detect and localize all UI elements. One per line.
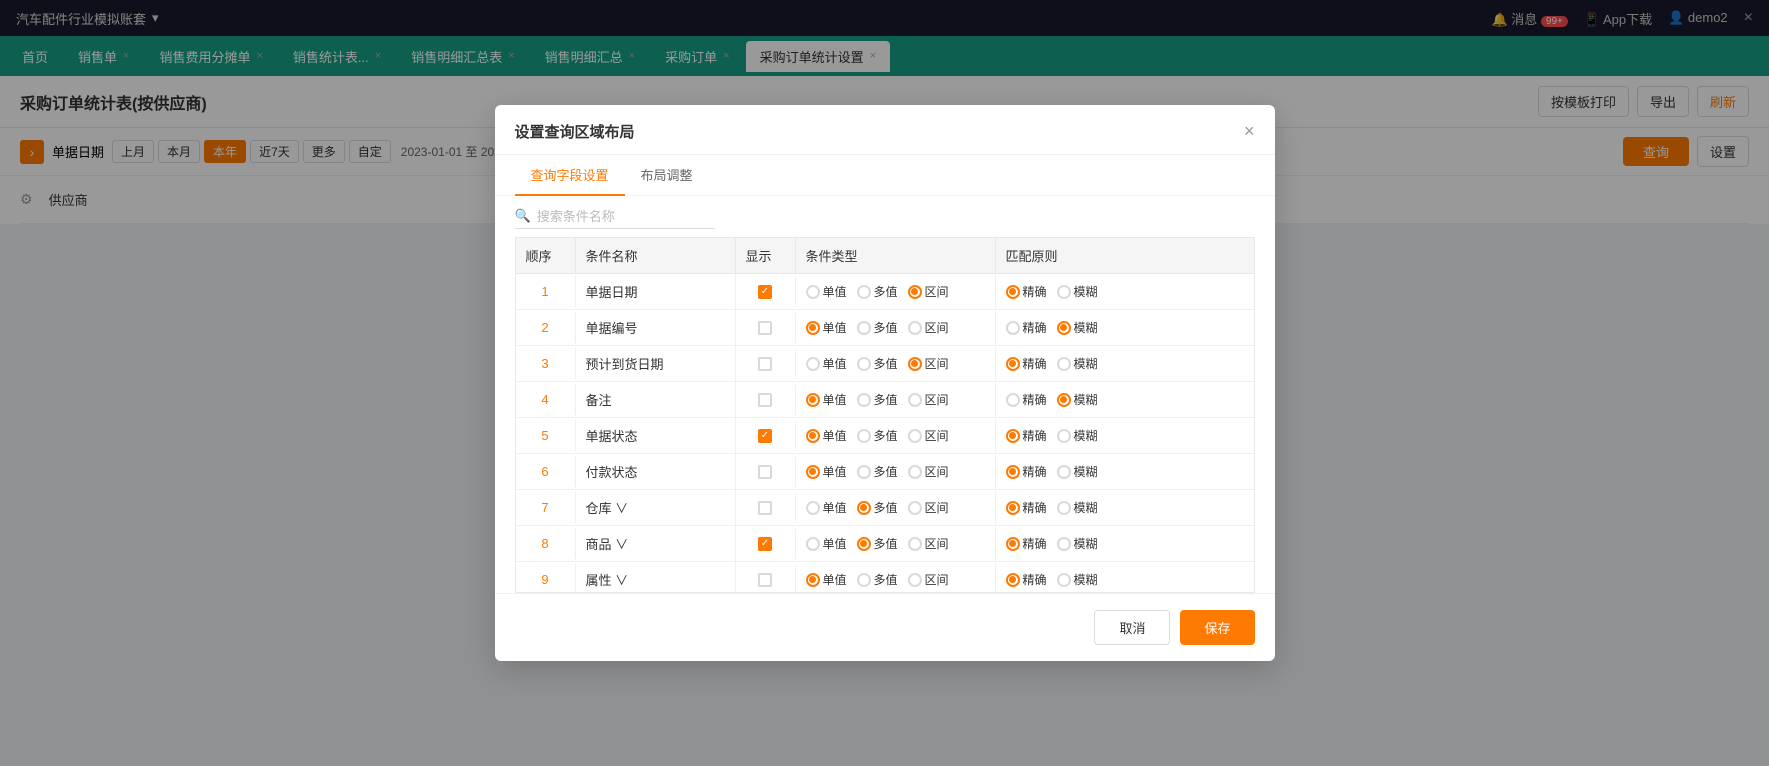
table-row: 3预计到货日期 单值多值区间精确模糊 [516,346,1254,382]
row-type-1: 单值多值区间 [796,311,996,344]
row-match-8: 精确模糊 [996,563,1196,593]
row-match-3: 精确模糊 [996,383,1196,416]
row-name-6: 仓库 ∨ [576,490,736,525]
col-name: 条件名称 [576,238,736,273]
row-show-3[interactable] [736,385,796,415]
row-order-8: 9 [516,564,576,593]
row-name-8: 属性 ∨ [576,562,736,593]
table-body: 1单据日期✓单值多值区间精确模糊2单据编号单值多值区间精确模糊3预计到货日期单值… [515,273,1255,593]
modal-overlay: 设置查询区域布局 × 查询字段设置 布局调整 🔍 顺序 条件名称 显示 条件类型… [0,0,1769,766]
search-wrap: 🔍 [515,208,715,229]
row-show-8[interactable] [736,565,796,594]
row-show-6[interactable] [736,493,796,523]
row-name-7: 商品 ∨ [576,526,736,561]
row-order-1: 2 [516,312,576,343]
row-match-5: 精确模糊 [996,455,1196,488]
table-row: 8商品 ∨✓单值多值区间精确模糊 [516,526,1254,562]
row-show-5[interactable] [736,457,796,487]
dialog-header: 设置查询区域布局 × [495,105,1275,155]
dialog-footer: 取消 保存 [495,593,1275,661]
cancel-button[interactable]: 取消 [1094,610,1170,645]
search-icon: 🔍 [515,208,531,224]
row-name-0: 单据日期 [576,274,736,309]
row-match-0: 精确模糊 [996,275,1196,308]
row-order-7: 8 [516,528,576,559]
row-order-4: 5 [516,420,576,451]
row-name-2: 预计到货日期 [576,346,736,381]
dialog-table: 顺序 条件名称 显示 条件类型 匹配原则 1单据日期✓单值多值区间精确模糊2单据… [515,237,1255,593]
table-row: 4备注 单值多值区间精确模糊 [516,382,1254,418]
search-input[interactable] [537,209,697,224]
row-name-3: 备注 [576,382,736,417]
row-show-4[interactable]: ✓ [736,421,796,451]
row-show-7[interactable]: ✓ [736,529,796,559]
row-order-3: 4 [516,384,576,415]
dialog-close-button[interactable]: × [1244,121,1255,142]
row-order-5: 6 [516,456,576,487]
row-show-0[interactable]: ✓ [736,277,796,307]
table-row: 9属性 ∨ 单值多值区间精确模糊 [516,562,1254,593]
tab-query-fields[interactable]: 查询字段设置 [515,155,625,196]
row-order-0: 1 [516,276,576,307]
table-row: 1单据日期✓单值多值区间精确模糊 [516,274,1254,310]
row-order-6: 7 [516,492,576,523]
row-type-6: 单值多值区间 [796,491,996,524]
table-row: 7仓库 ∨ 单值多值区间精确模糊 [516,490,1254,526]
row-match-1: 精确模糊 [996,311,1196,344]
row-match-6: 精确模糊 [996,491,1196,524]
col-type: 条件类型 [796,238,996,273]
row-type-0: 单值多值区间 [796,275,996,308]
table-row: 6付款状态 单值多值区间精确模糊 [516,454,1254,490]
row-match-2: 精确模糊 [996,347,1196,380]
dialog-tabs: 查询字段设置 布局调整 [495,155,1275,196]
row-show-2[interactable] [736,349,796,379]
row-name-4: 单据状态 [576,418,736,453]
row-order-2: 3 [516,348,576,379]
col-match: 匹配原则 [996,238,1196,273]
dialog-title: 设置查询区域布局 [515,121,635,142]
save-button[interactable]: 保存 [1180,610,1254,645]
row-match-4: 精确模糊 [996,419,1196,452]
row-type-3: 单值多值区间 [796,383,996,416]
row-type-7: 单值多值区间 [796,527,996,560]
settings-dialog: 设置查询区域布局 × 查询字段设置 布局调整 🔍 顺序 条件名称 显示 条件类型… [495,105,1275,661]
row-name-1: 单据编号 [576,310,736,345]
row-type-5: 单值多值区间 [796,455,996,488]
dialog-search-area: 🔍 [495,196,1275,237]
row-show-1[interactable] [736,313,796,343]
tab-layout-adjust[interactable]: 布局调整 [625,155,709,196]
col-order: 顺序 [516,238,576,273]
row-type-4: 单值多值区间 [796,419,996,452]
table-row: 2单据编号 单值多值区间精确模糊 [516,310,1254,346]
table-header: 顺序 条件名称 显示 条件类型 匹配原则 [515,237,1255,273]
row-type-8: 单值多值区间 [796,563,996,593]
table-row: 5单据状态✓单值多值区间精确模糊 [516,418,1254,454]
row-name-5: 付款状态 [576,454,736,489]
row-match-7: 精确模糊 [996,527,1196,560]
row-type-2: 单值多值区间 [796,347,996,380]
col-show: 显示 [736,238,796,273]
